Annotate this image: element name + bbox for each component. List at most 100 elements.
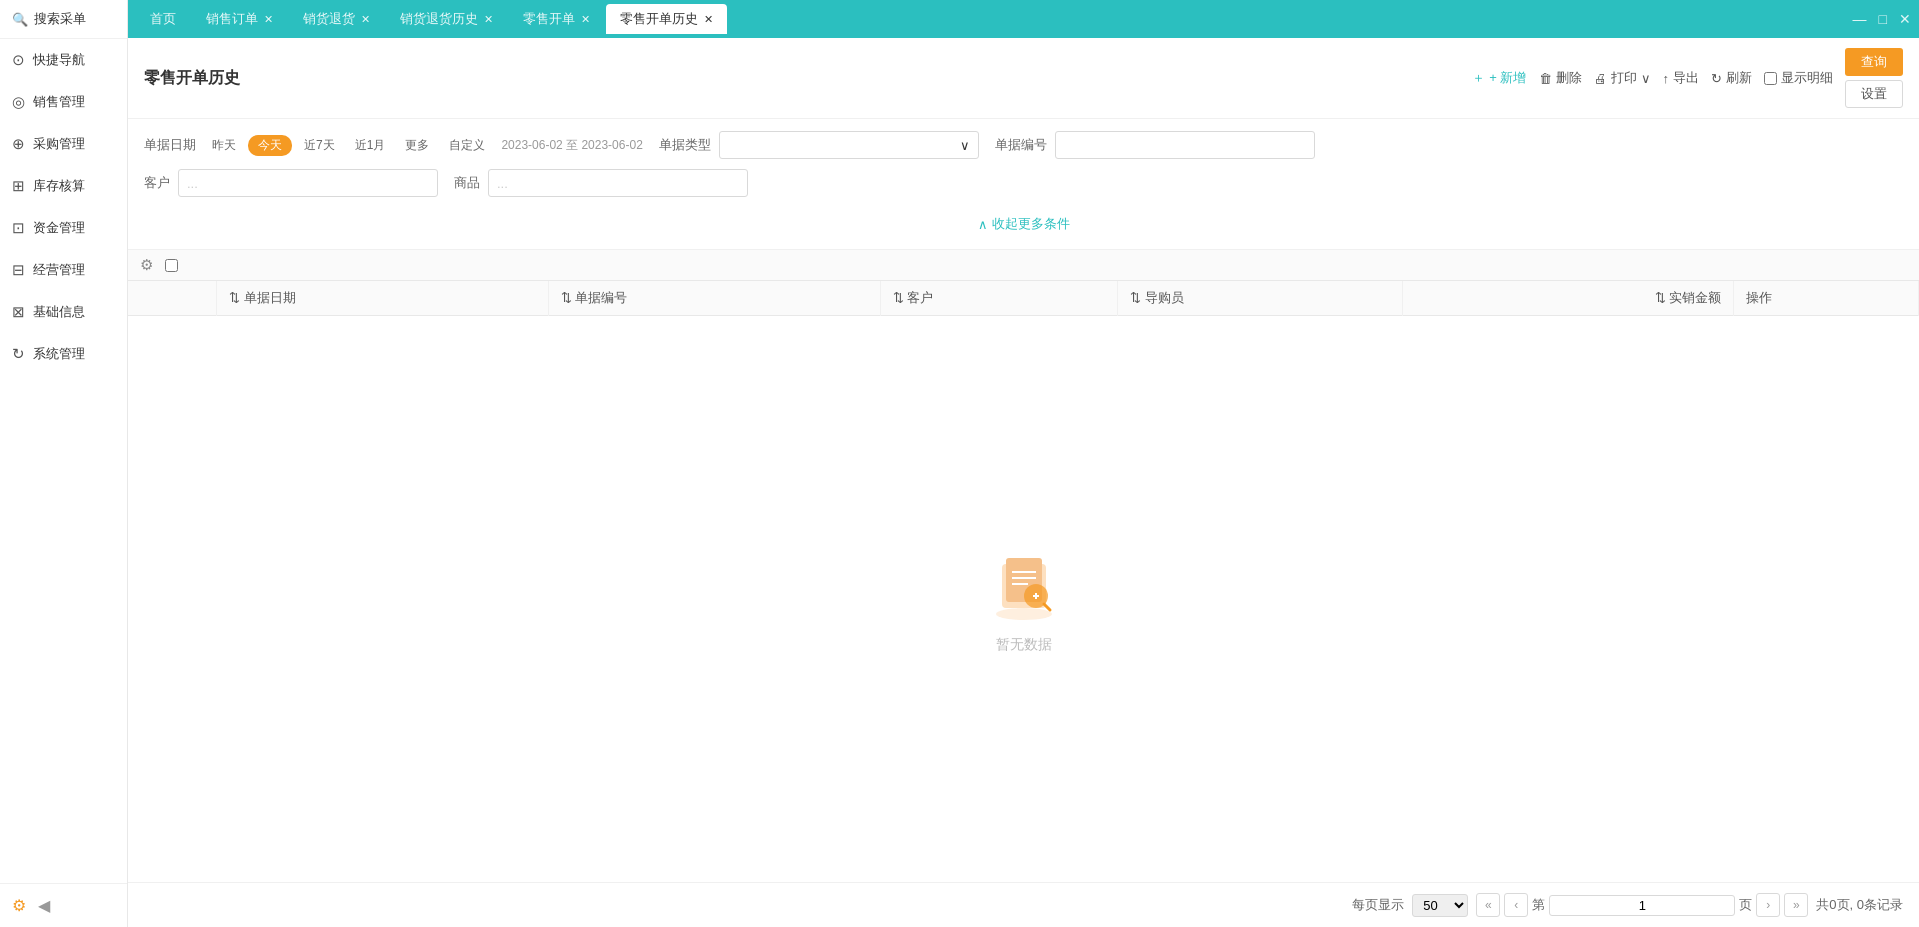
collapse-arrow-icon: ∧ <box>978 217 988 232</box>
th-actual-amount[interactable]: ⇅ 实销金额 <box>1402 281 1734 316</box>
th-date[interactable]: ⇅ 单据日期 <box>217 281 549 316</box>
close-icon[interactable]: ✕ <box>704 13 713 26</box>
delete-button[interactable]: 🗑 删除 <box>1539 69 1582 87</box>
display-detail-input[interactable] <box>1764 72 1777 85</box>
print-button[interactable]: 🖨 打印 ∨ <box>1594 69 1651 87</box>
table-settings-icon[interactable]: ⚙ <box>140 256 153 274</box>
filter-row-1: 单据日期 昨天 今天 近7天 近1月 更多 自定义 2023-06-02 至 2… <box>144 131 1903 159</box>
sort-icon: ⇅ <box>1655 290 1666 305</box>
export-button[interactable]: ↑ 导出 <box>1663 69 1700 87</box>
system-icon: ↻ <box>12 345 25 363</box>
delete-label: 删除 <box>1556 69 1582 87</box>
collapse-row: ∧ 收起更多条件 <box>144 207 1903 241</box>
sidebar-item-sales-mgmt[interactable]: ◎ 销售管理 <box>0 81 127 123</box>
more-date-btn[interactable]: 更多 <box>397 135 437 156</box>
collapse-label: 收起更多条件 <box>992 215 1070 233</box>
date-filter-label: 单据日期 <box>144 136 196 154</box>
table-select-all-checkbox[interactable] <box>165 259 178 272</box>
tab-sales-return[interactable]: 销货退货 ✕ <box>289 4 384 34</box>
sidebar-item-basic-info[interactable]: ⊠ 基础信息 <box>0 291 127 333</box>
sort-icon: ⇅ <box>561 290 572 305</box>
th-guide[interactable]: ⇅ 导购员 <box>1118 281 1403 316</box>
inventory-icon: ⊞ <box>12 177 25 195</box>
settings-button[interactable]: 设置 <box>1845 80 1903 108</box>
type-filter-label: 单据类型 <box>659 136 711 154</box>
sidebar-item-finance[interactable]: ⊡ 资金管理 <box>0 207 127 249</box>
display-detail-checkbox[interactable]: 显示明细 <box>1764 69 1833 87</box>
custom-date-btn[interactable]: 自定义 <box>441 135 493 156</box>
tab-retail-open[interactable]: 零售开单 ✕ <box>509 4 604 34</box>
customer-filter-label: 客户 <box>144 174 170 192</box>
per-page-select[interactable]: 50 100 200 <box>1412 894 1468 917</box>
window-close-btn[interactable]: ✕ <box>1899 11 1911 27</box>
th-customer[interactable]: ⇅ 客户 <box>880 281 1118 316</box>
th-operation: 操作 <box>1734 281 1919 316</box>
tab-sales-return-history[interactable]: 销货退货历史 ✕ <box>386 4 507 34</box>
sidebar-item-system[interactable]: ↻ 系统管理 <box>0 333 127 375</box>
sidebar-bottom: ⚙ ◀ <box>0 883 127 927</box>
main-area: 首页 销售订单 ✕ 销货退货 ✕ 销货退货历史 ✕ 零售开单 ✕ 零售开单历史 … <box>128 0 1919 927</box>
filter-group-customer: 客户 ... <box>144 169 438 197</box>
page-number-input[interactable] <box>1549 895 1735 916</box>
page-label: 第 <box>1532 896 1545 914</box>
refresh-button[interactable]: ↻ 刷新 <box>1711 69 1752 87</box>
close-icon[interactable]: ✕ <box>581 13 590 26</box>
sidebar-item-label: 快捷导航 <box>33 51 85 69</box>
refresh-label: 刷新 <box>1726 69 1752 87</box>
filter-row-2: 客户 ... 商品 ... <box>144 169 1903 197</box>
toolbar: ＋ + 新增 🗑 删除 🖨 打印 ∨ ↑ 导出 ↻ <box>1472 48 1903 108</box>
page-title: 零售开单历史 <box>144 68 240 89</box>
prev-page-btn[interactable]: ‹ <box>1504 893 1528 917</box>
query-button[interactable]: 查询 <box>1845 48 1903 76</box>
first-page-btn[interactable]: « <box>1476 893 1500 917</box>
sort-icon: ⇅ <box>1130 290 1141 305</box>
page-nav: « ‹ 第 页 › » <box>1476 893 1808 917</box>
filter-group-type: 单据类型 ∨ <box>659 131 979 159</box>
sidebar-item-label: 库存核算 <box>33 177 85 195</box>
sidebar-item-inventory[interactable]: ⊞ 库存核算 <box>0 165 127 207</box>
close-icon[interactable]: ✕ <box>484 13 493 26</box>
last7days-btn[interactable]: 近7天 <box>296 135 343 156</box>
sidebar-search[interactable]: 🔍 搜索采单 <box>0 0 127 39</box>
sort-icon: ⇅ <box>893 290 904 305</box>
add-button[interactable]: ＋ + 新增 <box>1472 69 1526 87</box>
gear-icon[interactable]: ⚙ <box>12 896 26 915</box>
tab-retail-open-label: 零售开单 <box>523 10 575 28</box>
empty-state: 暂无数据 <box>128 316 1919 882</box>
docnum-filter-input[interactable] <box>1055 131 1315 159</box>
today-btn[interactable]: 今天 <box>248 135 292 156</box>
tab-home[interactable]: 首页 <box>136 4 190 34</box>
operations-icon: ⊟ <box>12 261 25 279</box>
customer-filter-input[interactable]: ... <box>178 169 438 197</box>
tab-sales-order[interactable]: 销售订单 ✕ <box>192 4 287 34</box>
collapse-more-btn[interactable]: ∧ 收起更多条件 <box>978 211 1070 237</box>
display-detail-label: 显示明细 <box>1781 69 1833 87</box>
sales-mgmt-icon: ◎ <box>12 93 25 111</box>
th-docnum[interactable]: ⇅ 单据编号 <box>548 281 880 316</box>
print-arrow-icon: ∨ <box>1641 71 1651 86</box>
export-icon: ↑ <box>1663 71 1670 86</box>
sidebar-item-quick-nav[interactable]: ⊙ 快捷导航 <box>0 39 127 81</box>
total-info: 共0页, 0条记录 <box>1816 896 1903 914</box>
type-filter-select[interactable]: ∨ <box>719 131 979 159</box>
tab-retail-open-history[interactable]: 零售开单历史 ✕ <box>606 4 727 34</box>
next-page-btn[interactable]: › <box>1756 893 1780 917</box>
filter-group-goods: 商品 ... <box>454 169 748 197</box>
quick-nav-icon: ⊙ <box>12 51 25 69</box>
tab-sales-order-label: 销售订单 <box>206 10 258 28</box>
goods-filter-input[interactable]: ... <box>488 169 748 197</box>
sidebar-collapse-icon[interactable]: ◀ <box>38 896 50 915</box>
last1month-btn[interactable]: 近1月 <box>347 135 394 156</box>
window-minimize-btn[interactable]: — <box>1853 11 1867 27</box>
close-icon[interactable]: ✕ <box>264 13 273 26</box>
sidebar-item-label: 系统管理 <box>33 345 85 363</box>
date-range-display: 2023-06-02 至 2023-06-02 <box>501 137 642 154</box>
sidebar-item-operations[interactable]: ⊟ 经营管理 <box>0 249 127 291</box>
basic-info-icon: ⊠ <box>12 303 25 321</box>
window-maximize-btn[interactable]: □ <box>1879 11 1887 27</box>
goods-filter-label: 商品 <box>454 174 480 192</box>
yesterday-btn[interactable]: 昨天 <box>204 135 244 156</box>
last-page-btn[interactable]: » <box>1784 893 1808 917</box>
sidebar-item-purchase-mgmt[interactable]: ⊕ 采购管理 <box>0 123 127 165</box>
close-icon[interactable]: ✕ <box>361 13 370 26</box>
